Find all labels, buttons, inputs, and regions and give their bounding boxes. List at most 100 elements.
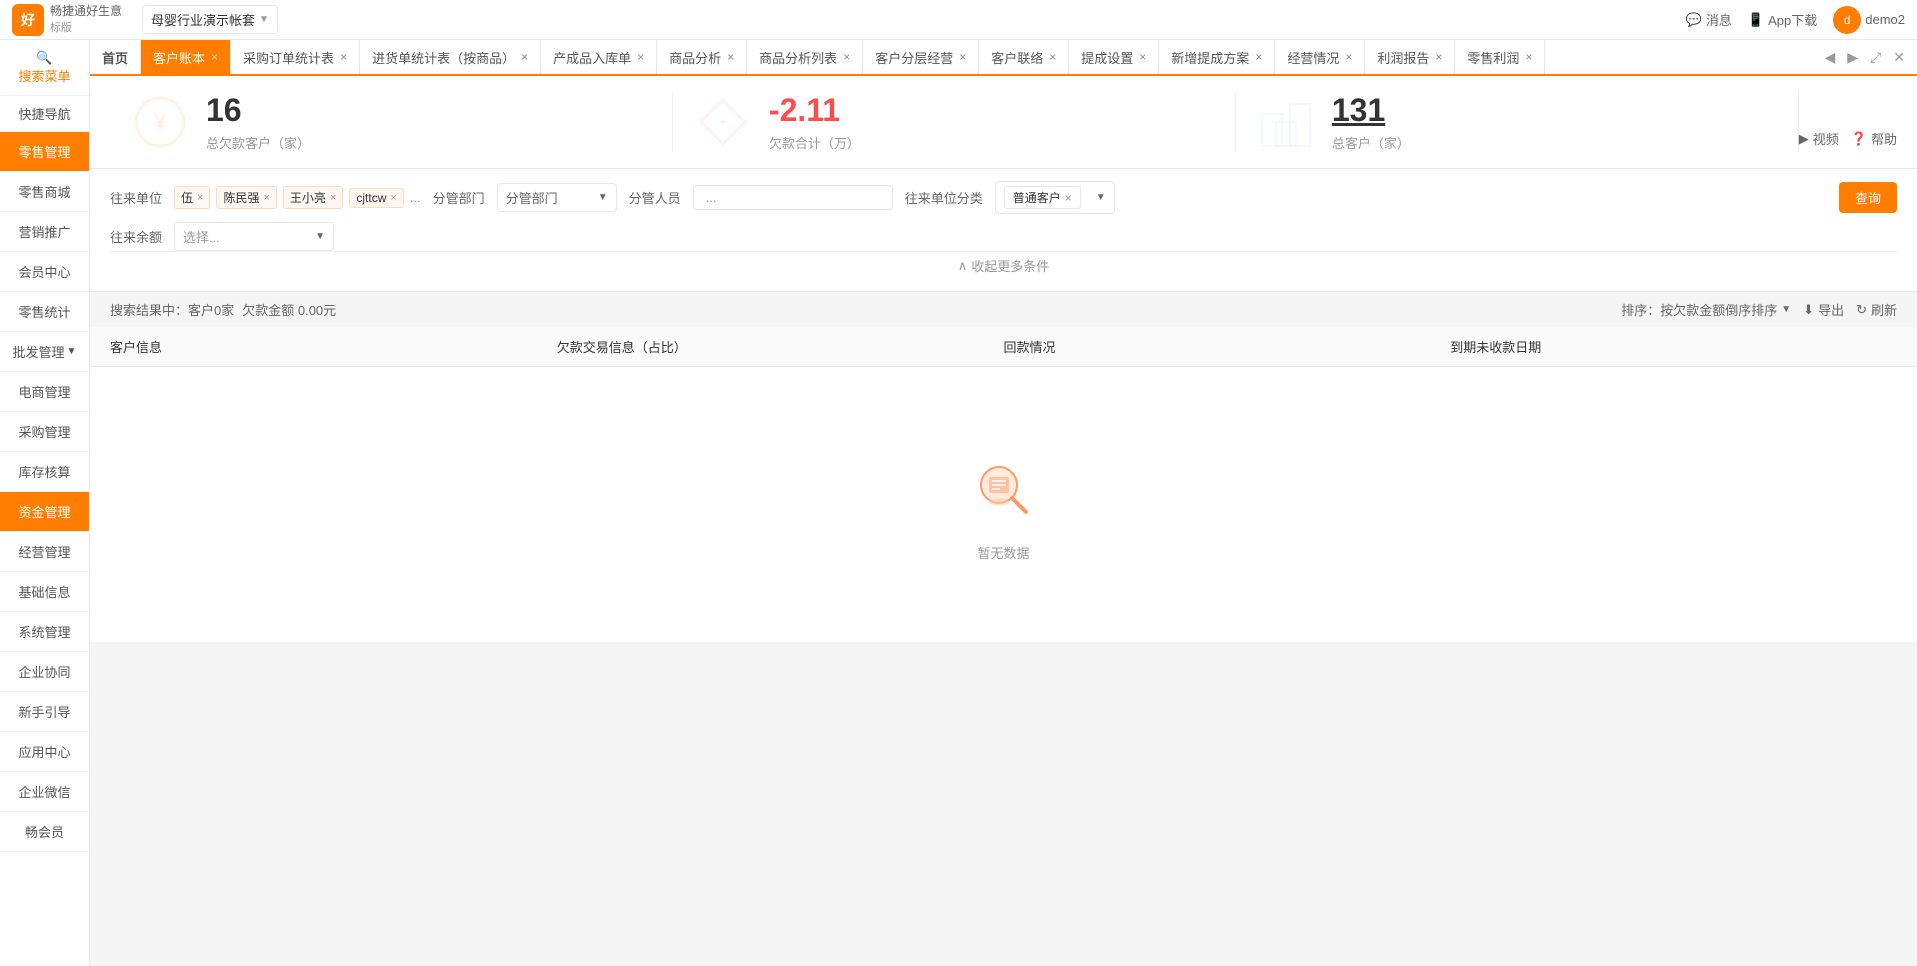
tab-purchase-order-close[interactable]: × — [340, 50, 347, 64]
sidebar-item-wholesale[interactable]: 批发管理 ▼ — [0, 332, 89, 372]
tag-cj-close[interactable]: × — [390, 192, 396, 204]
message-label: 消息 — [1706, 10, 1732, 29]
sidebar-item-marketing[interactable]: 营销推广 — [0, 212, 89, 252]
sidebar-search[interactable]: 🔍 搜索菜单 — [0, 40, 89, 96]
tab-product-storage-close[interactable]: × — [637, 50, 644, 64]
tab-goods-analysis[interactable]: 商品分析 × — [657, 40, 747, 75]
tab-purchase-order[interactable]: 采购订单统计表 × — [231, 40, 360, 75]
tab-customer-book-close[interactable]: × — [211, 50, 218, 64]
tab-goods-list[interactable]: 商品分析列表 × — [747, 40, 863, 75]
tab-customer-tier-close[interactable]: × — [959, 50, 966, 64]
sidebar-item-ecommerce[interactable]: 电商管理 — [0, 372, 89, 412]
sidebar-item-retail[interactable]: 零售管理 — [0, 132, 89, 172]
person-input[interactable]: ... — [693, 185, 893, 210]
sidebar-item-system[interactable]: 系统管理 — [0, 612, 89, 652]
tab-commission-label: 提成设置 — [1081, 48, 1133, 67]
tab-customer-tier[interactable]: 客户分层经营 × — [863, 40, 979, 75]
tab-prev-button[interactable]: ◀ — [1821, 47, 1840, 68]
export-label: 导出 — [1818, 300, 1844, 319]
tab-expand-button[interactable]: ⤢ — [1866, 47, 1885, 68]
tab-profit[interactable]: 利润报告 × — [1365, 40, 1455, 75]
unit-label: 往来单位 — [110, 188, 162, 207]
sidebar-item-newuser[interactable]: 新手引导 — [0, 692, 89, 732]
tab-goods-list-close[interactable]: × — [843, 50, 850, 64]
tab-customer-contact-label: 客户联络 — [991, 48, 1043, 67]
tab-new-commission-close[interactable]: × — [1255, 50, 1262, 64]
filter-unit-tags: 伍 × 陈民强 × 王小亮 × cjttcw × — [174, 186, 421, 209]
sidebar-item-retail-mall[interactable]: 零售商城 — [0, 172, 89, 212]
sidebar-member-label: 会员中心 — [18, 265, 70, 280]
tab-close-all-button[interactable]: ✕ — [1889, 47, 1909, 68]
logo-text-block: 畅捷通好生意 标版 — [50, 4, 122, 34]
sidebar-item-member[interactable]: 会员中心 — [0, 252, 89, 292]
fold-button[interactable]: ∧ 收起更多条件 — [110, 251, 1897, 279]
stat-block-amount: + -2.11 欠款合计（万） — [673, 92, 1236, 152]
sidebar-operation-label: 经营管理 — [18, 545, 70, 560]
person-more-icon[interactable]: ... — [706, 190, 717, 205]
tab-purchase-stat[interactable]: 进货单统计表（按商品） × — [360, 40, 541, 75]
tab-business[interactable]: 经营情况 × — [1275, 40, 1365, 75]
sidebar-item-vip[interactable]: 畅会员 — [0, 812, 89, 852]
sidebar-item-purchase[interactable]: 采购管理 — [0, 412, 89, 452]
sidebar-item-appstore[interactable]: 应用中心 — [0, 732, 89, 772]
tag-wang-close[interactable]: × — [330, 192, 336, 204]
svg-text:¥: ¥ — [153, 110, 167, 135]
logo-area: 好 畅捷通好生意 标版 — [12, 4, 122, 36]
sidebar-collab-label: 企业协同 — [18, 665, 70, 680]
balance-select[interactable]: 选择... ▼ — [174, 222, 334, 251]
filter-tag-wang: 王小亮 × — [283, 186, 343, 209]
tab-profit-close[interactable]: × — [1435, 50, 1442, 64]
video-button[interactable]: ▶ 视频 — [1799, 129, 1839, 148]
tag-chen-close[interactable]: × — [263, 192, 269, 204]
sidebar-item-basic[interactable]: 基础信息 — [0, 572, 89, 612]
export-button[interactable]: ⬇ 导出 — [1803, 300, 1844, 319]
sidebar-item-operation[interactable]: 经营管理 — [0, 532, 89, 572]
tab-business-close[interactable]: × — [1345, 50, 1352, 64]
tab-product-storage[interactable]: 产成品入库单 × — [541, 40, 657, 75]
balance-placeholder: 选择... — [183, 227, 220, 246]
help-button[interactable]: ❓ 帮助 — [1851, 129, 1897, 148]
dept-select[interactable]: 分管部门 ▼ — [497, 183, 617, 212]
tab-commission[interactable]: 提成设置 × — [1069, 40, 1159, 75]
sidebar-item-finance[interactable]: 资金管理 — [0, 492, 89, 532]
tag-wu-close[interactable]: × — [197, 192, 203, 204]
sidebar-item-retail-stat[interactable]: 零售统计 — [0, 292, 89, 332]
col-due-date: 到期未收款日期 — [1450, 337, 1897, 356]
category-tag-close[interactable]: × — [1065, 191, 1072, 205]
logo-icon: 好 — [12, 4, 44, 36]
app-download-button[interactable]: 📱 App下载 — [1748, 10, 1817, 29]
query-button[interactable]: 查询 — [1839, 182, 1897, 213]
refresh-button[interactable]: ↻ 刷新 — [1856, 300, 1897, 319]
results-right: 排序：按欠款金额倒序排序 ▼ ⬇ 导出 ↻ 刷新 — [1621, 300, 1897, 319]
balance-chevron-icon: ▼ — [315, 231, 325, 242]
tab-retail-profit[interactable]: 零售利润 × — [1455, 40, 1545, 75]
stat-block-customers: ¥ 16 总欠款客户（家） — [110, 92, 673, 152]
fold-label: 收起更多条件 — [971, 256, 1049, 275]
tab-new-commission[interactable]: 新增提成方案 × — [1159, 40, 1275, 75]
sidebar-item-wechat[interactable]: 企业微信 — [0, 772, 89, 812]
sort-selector[interactable]: 排序：按欠款金额倒序排序 ▼ — [1621, 300, 1791, 319]
category-select[interactable]: 普通客户 × ▼ — [995, 181, 1115, 214]
dept-label: 分管部门 — [433, 188, 485, 207]
tab-customer-contact[interactable]: 客户联络 × — [979, 40, 1069, 75]
message-button[interactable]: 💬 消息 — [1686, 10, 1732, 29]
tab-customer-contact-close[interactable]: × — [1049, 50, 1056, 64]
tab-purchase-stat-close[interactable]: × — [521, 50, 528, 64]
top-bar-left: 好 畅捷通好生意 标版 母婴行业演示帐套 ▼ — [12, 4, 278, 36]
tab-home[interactable]: 首页 — [90, 40, 141, 75]
sidebar-item-collab[interactable]: 企业协同 — [0, 652, 89, 692]
tab-customer-book[interactable]: 客户账本 × — [141, 40, 231, 75]
tab-goods-analysis-label: 商品分析 — [669, 48, 721, 67]
tab-retail-profit-close[interactable]: × — [1525, 50, 1532, 64]
sidebar-quick-nav[interactable]: 快捷导航 — [0, 96, 89, 132]
user-menu[interactable]: d demo2 — [1833, 6, 1905, 34]
svg-text:+: + — [718, 114, 727, 131]
right-panel: 首页 客户账本 × 采购订单统计表 × 进货单统计表（按商品） × 产成品入库单… — [90, 40, 1917, 966]
store-selector[interactable]: 母婴行业演示帐套 ▼ — [142, 5, 278, 34]
tab-goods-analysis-close[interactable]: × — [727, 50, 734, 64]
filter-area: 往来单位 伍 × 陈民强 × 王小亮 × — [90, 169, 1917, 292]
filter-more-button[interactable]: ... — [410, 190, 421, 205]
tab-commission-close[interactable]: × — [1139, 50, 1146, 64]
sidebar-item-inventory[interactable]: 库存核算 — [0, 452, 89, 492]
tab-next-button[interactable]: ▶ — [1843, 47, 1862, 68]
